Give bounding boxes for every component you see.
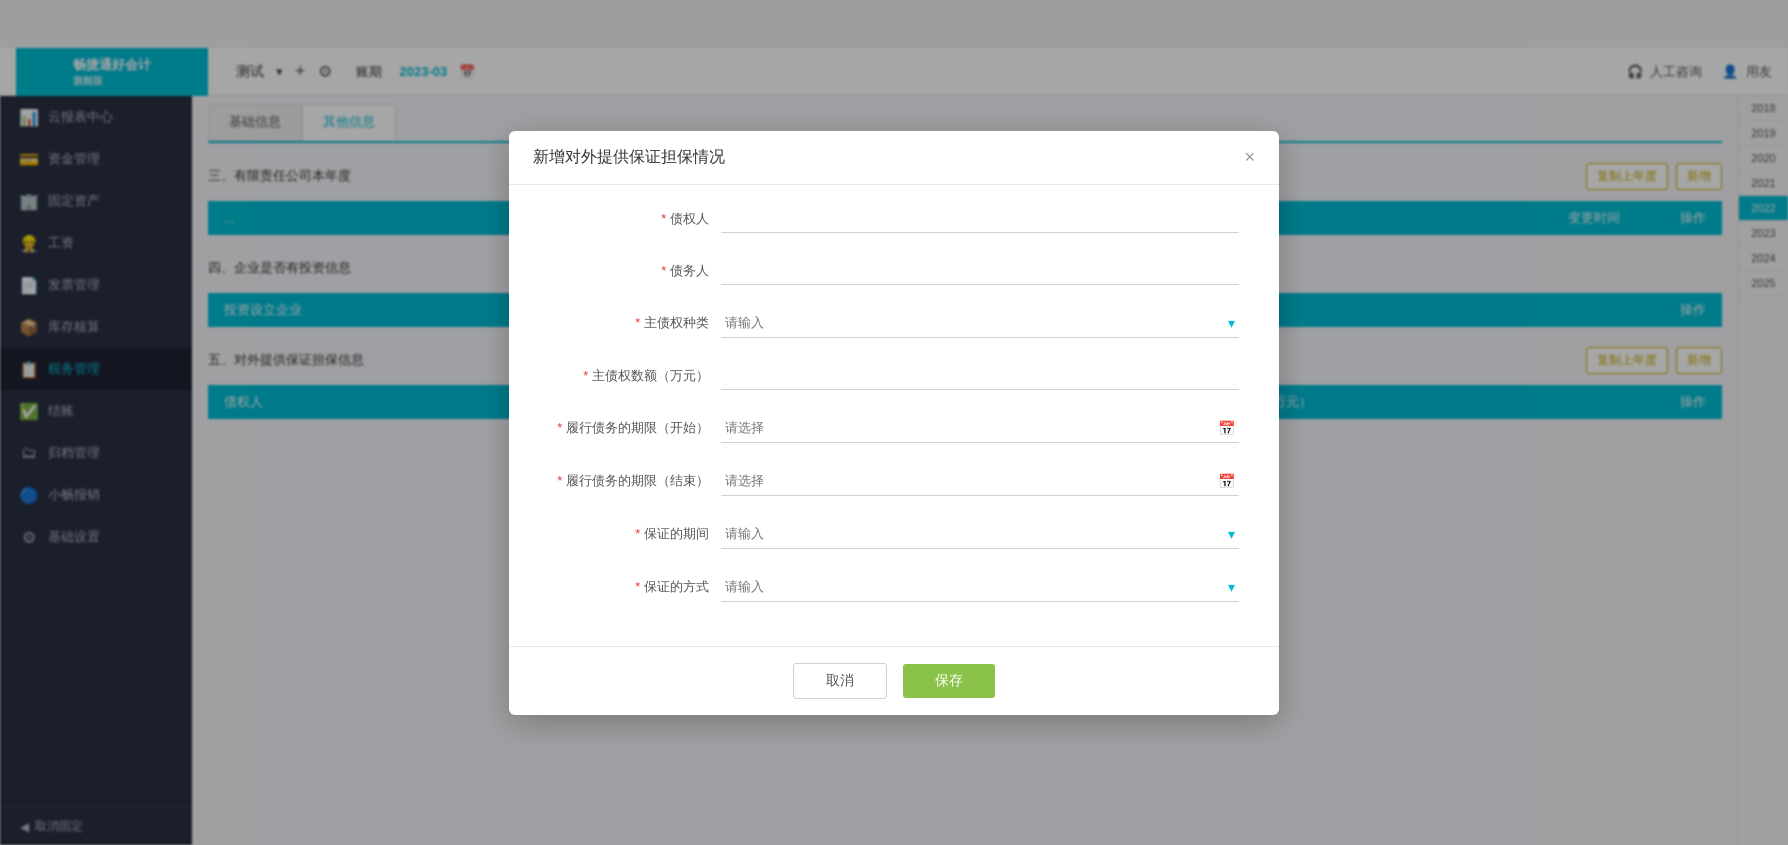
- form-row-creditor: * 债权人: [549, 205, 1239, 233]
- form-row-claim-type: * 主债权种类 ▾: [549, 309, 1239, 338]
- label-period-end: * 履行债务的期限（结束）: [549, 472, 709, 490]
- save-button[interactable]: 保存: [903, 664, 995, 698]
- form-row-guarantee-method: * 保证的方式 ▾: [549, 573, 1239, 602]
- modal-overlay: 新增对外提供保证担保情况 × * 债权人 * 债务人: [0, 0, 1788, 845]
- dialog-header: 新增对外提供保证担保情况 ×: [509, 131, 1279, 185]
- input-claim-amount[interactable]: [721, 362, 1239, 390]
- dialog-body: * 债权人 * 债务人 * 主债权种类: [509, 185, 1279, 646]
- label-debtor: * 债务人: [549, 262, 709, 280]
- date-period-end[interactable]: 📅: [721, 467, 1239, 496]
- dialog-close-button[interactable]: ×: [1244, 148, 1255, 166]
- label-guarantee-method: * 保证的方式: [549, 578, 709, 596]
- form-row-guarantee-period: * 保证的期间 ▾: [549, 520, 1239, 549]
- select-claim-type[interactable]: ▾: [721, 309, 1239, 338]
- dialog: 新增对外提供保证担保情况 × * 债权人 * 债务人: [509, 131, 1279, 715]
- label-claim-type: * 主债权种类: [549, 314, 709, 332]
- chevron-down-icon-guarantee-period[interactable]: ▾: [1228, 526, 1235, 542]
- form-row-claim-amount: * 主债权数额（万元）: [549, 362, 1239, 390]
- label-creditor: * 债权人: [549, 210, 709, 228]
- select-guarantee-method[interactable]: ▾: [721, 573, 1239, 602]
- input-creditor[interactable]: [721, 205, 1239, 233]
- form-row-period-end: * 履行债务的期限（结束） 📅: [549, 467, 1239, 496]
- date-period-end-input[interactable]: [725, 473, 1218, 488]
- calendar-icon-end[interactable]: 📅: [1218, 473, 1235, 489]
- dialog-title: 新增对外提供保证担保情况: [533, 147, 725, 168]
- dialog-footer: 取消 保存: [509, 646, 1279, 715]
- chevron-down-icon-claim-type[interactable]: ▾: [1228, 315, 1235, 331]
- input-debtor[interactable]: [721, 257, 1239, 285]
- select-claim-type-input[interactable]: [725, 315, 1228, 330]
- label-claim-amount: * 主债权数额（万元）: [549, 367, 709, 385]
- cancel-button[interactable]: 取消: [793, 663, 887, 699]
- label-guarantee-period: * 保证的期间: [549, 525, 709, 543]
- select-guarantee-period-input[interactable]: [725, 526, 1228, 541]
- chevron-down-icon-guarantee-method[interactable]: ▾: [1228, 579, 1235, 595]
- form-row-debtor: * 债务人: [549, 257, 1239, 285]
- calendar-icon-start[interactable]: 📅: [1218, 420, 1235, 436]
- form-row-period-start: * 履行债务的期限（开始） 📅: [549, 414, 1239, 443]
- select-guarantee-period[interactable]: ▾: [721, 520, 1239, 549]
- select-guarantee-method-input[interactable]: [725, 579, 1228, 594]
- date-period-start-input[interactable]: [725, 420, 1218, 435]
- label-period-start: * 履行债务的期限（开始）: [549, 419, 709, 437]
- date-period-start[interactable]: 📅: [721, 414, 1239, 443]
